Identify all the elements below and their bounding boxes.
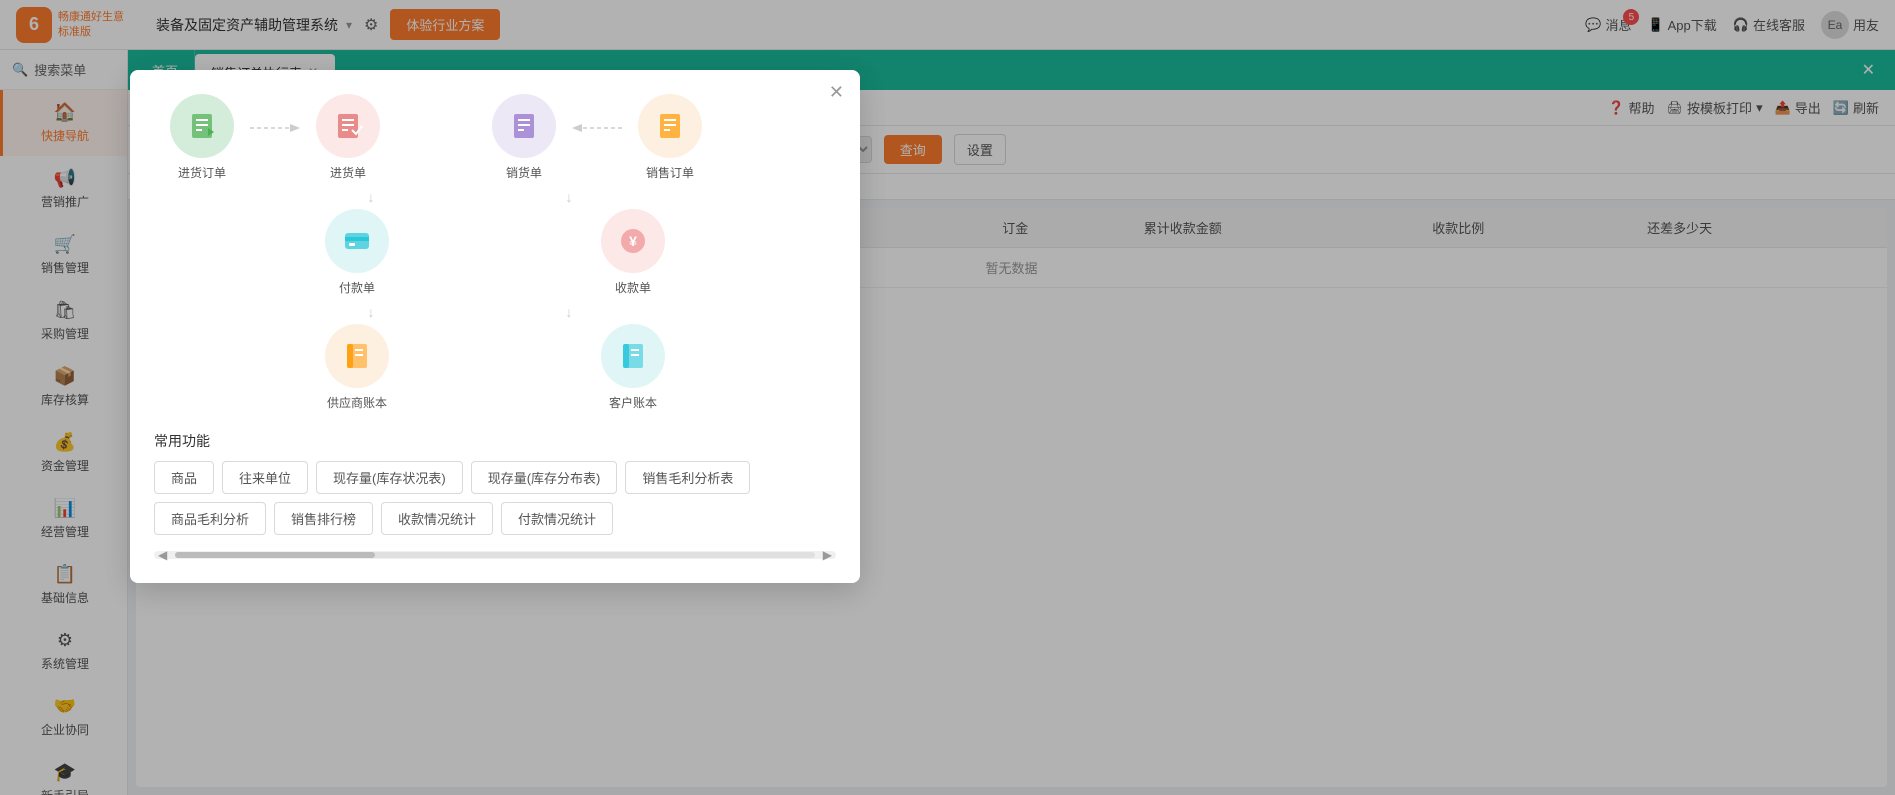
flow-item-sales-order[interactable]: 销售订单: [638, 94, 702, 181]
app-wrapper: 6 畅康通好生意 标准版 装备及固定资产辅助管理系统 ▾ ⚙ 体验行业方案 💬 …: [0, 0, 1895, 795]
down-arrow-collection: ↓: [537, 189, 601, 205]
flow-row-1: 进货订单: [154, 94, 836, 181]
supplier-ledger-circle: [325, 324, 389, 388]
common-btn-payment-stats[interactable]: 付款情况统计: [501, 502, 613, 535]
flow-item-payment-wrapper: 付款单: [309, 209, 405, 296]
flow-item-collection-wrapper: ¥ 收款单: [585, 209, 681, 296]
modal-close-button[interactable]: ✕: [829, 82, 844, 103]
customer-ledger-label: 客户账本: [609, 394, 657, 411]
flow-row-3: 供应商账本: [154, 324, 836, 411]
scrollbar-track: [175, 552, 815, 558]
purchase-receipt-label: 进货单: [330, 164, 366, 181]
common-btn-stock-dist[interactable]: 现存量(库存分布表): [471, 461, 618, 494]
modal-overlay: ✕: [0, 0, 1895, 795]
scroll-right-arrow[interactable]: ▶: [819, 548, 836, 562]
flow-down-arrows: ↓ ↓: [154, 189, 836, 205]
scrollbar-thumb[interactable]: [175, 552, 375, 558]
common-btn-stock-status[interactable]: 现存量(库存状况表): [316, 461, 463, 494]
sales-receipt-circle: [492, 94, 556, 158]
common-buttons-group: 商品 往来单位 现存量(库存状况表) 现存量(库存分布表) 销售毛利分析表 商品…: [154, 461, 836, 535]
flow-item-purchase-receipt[interactable]: 进货单: [316, 94, 380, 181]
common-functions-section: 常用功能 商品 往来单位 现存量(库存状况表) 现存量(库存分布表) 销售毛利分…: [154, 431, 836, 535]
sales-receipt-label: 销货单: [506, 164, 542, 181]
down-arrow-payment: ↓: [339, 189, 403, 205]
common-btn-sales-rank[interactable]: 销售排行榜: [274, 502, 373, 535]
supplier-ledger-label: 供应商账本: [327, 394, 387, 411]
common-btn-collection-stats[interactable]: 收款情况统计: [381, 502, 493, 535]
flow-item-payment[interactable]: 付款单: [325, 209, 389, 296]
flow-item-customer-wrapper: 客户账本: [585, 324, 681, 411]
flow-pair-left: 进货订单: [154, 94, 396, 181]
payment-label: 付款单: [339, 279, 375, 296]
flow-down-arrows-2: ↓ ↓: [154, 304, 836, 320]
collection-label: 收款单: [615, 279, 651, 296]
common-functions-title: 常用功能: [154, 431, 836, 451]
common-btn-product-margin[interactable]: 商品毛利分析: [154, 502, 266, 535]
purchase-order-circle: [170, 94, 234, 158]
purchase-receipt-circle: [316, 94, 380, 158]
flow-item-purchase-order[interactable]: 进货订单: [170, 94, 234, 181]
flow-row-2: 付款单 ¥ 收款单: [154, 209, 836, 296]
down-arrow-supplier: ↓: [339, 304, 403, 320]
customer-ledger-circle: [601, 324, 665, 388]
common-btn-partner[interactable]: 往来单位: [222, 461, 308, 494]
down-arrow-customer: ↓: [537, 304, 601, 320]
common-btn-product[interactable]: 商品: [154, 461, 214, 494]
quick-nav-modal: ✕: [130, 70, 860, 583]
flow-arrow-right: [250, 118, 300, 138]
flow-pair-right: 销货单: [476, 94, 718, 181]
payment-circle: [325, 209, 389, 273]
modal-scrollbar[interactable]: ◀ ▶: [154, 551, 836, 559]
sales-order-circle: [638, 94, 702, 158]
purchase-order-label: 进货订单: [178, 164, 226, 181]
svg-text:¥: ¥: [629, 233, 637, 249]
scroll-left-arrow[interactable]: ◀: [154, 548, 171, 562]
flow-item-supplier-wrapper: 供应商账本: [309, 324, 405, 411]
flow-item-sales-receipt[interactable]: 销货单: [492, 94, 556, 181]
flow-item-collection[interactable]: ¥ 收款单: [601, 209, 665, 296]
flow-diagram: 进货订单: [154, 94, 836, 411]
flow-arrow-left: [572, 118, 622, 138]
collection-circle: ¥: [601, 209, 665, 273]
flow-item-customer-ledger[interactable]: 客户账本: [601, 324, 665, 411]
sales-order-label: 销售订单: [646, 164, 694, 181]
common-btn-sales-margin[interactable]: 销售毛利分析表: [625, 461, 750, 494]
flow-item-supplier-ledger[interactable]: 供应商账本: [325, 324, 389, 411]
